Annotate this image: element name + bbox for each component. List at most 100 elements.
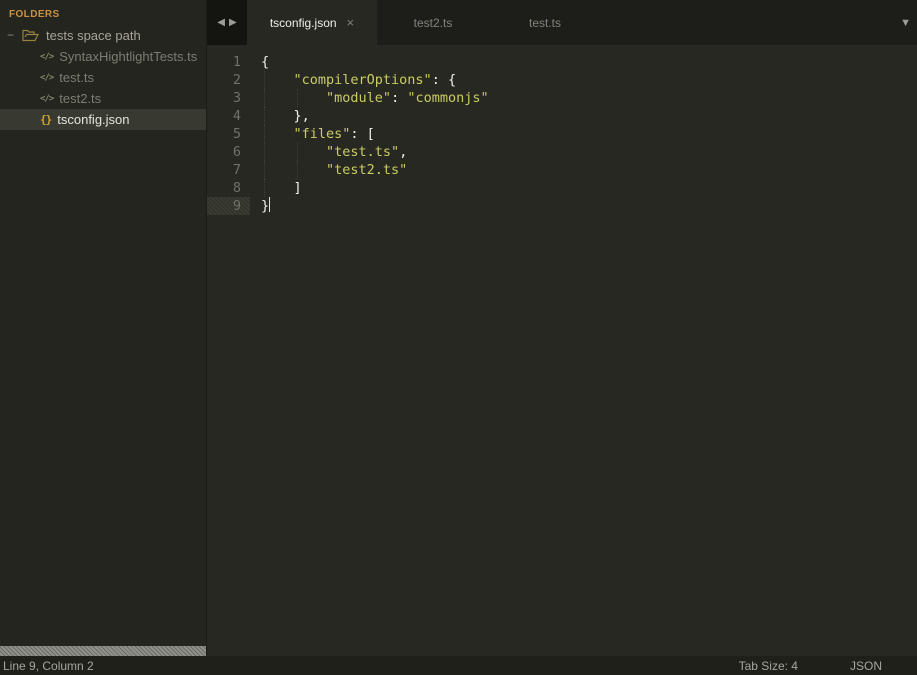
code-file-icon: </> [40, 94, 53, 104]
file-name: test.ts [59, 70, 94, 85]
line-number: 4 [207, 107, 250, 125]
text-cursor [269, 197, 270, 212]
tab-label: test.ts [529, 16, 561, 30]
tab-scroll-right-icon[interactable]: ▶ [229, 17, 237, 28]
code-line-8[interactable]: 8 ] [207, 179, 917, 197]
code-file-icon: </> [40, 73, 53, 83]
line-content: "module": "commonjs" [261, 89, 489, 107]
status-right-group: Tab Size: 4 JSON [739, 659, 917, 673]
line-number: 3 [207, 89, 250, 107]
code-segment: "test.ts" [326, 144, 399, 160]
code-segment: }, [294, 108, 310, 124]
code-segment [261, 162, 326, 178]
tab-overflow-dropdown-icon[interactable]: ▼ [900, 0, 911, 45]
tab-scroll-arrows: ◀ ▶ [207, 0, 247, 45]
line-content: "test2.ts" [261, 161, 407, 179]
sidebar-item-tsconfig-json[interactable]: {} tsconfig.json [0, 109, 206, 130]
line-number: 9 [207, 197, 250, 215]
tab-label: tsconfig.json [270, 16, 337, 30]
code-segment: : { [432, 72, 456, 88]
folders-heading: FOLDERS [0, 0, 206, 24]
indent-guide-icon [264, 143, 265, 161]
line-content: }, [261, 107, 310, 125]
line-content: "compilerOptions": { [261, 71, 456, 89]
tab-test-ts[interactable]: test.ts [489, 0, 601, 45]
close-tab-icon[interactable]: × [347, 16, 355, 29]
line-content: } [261, 197, 270, 215]
status-bar: Line 9, Column 2 Tab Size: 4 JSON [0, 656, 917, 675]
line-number: 8 [207, 179, 250, 197]
sidebar-horizontal-scrollbar[interactable] [0, 646, 206, 656]
code-segment: , [399, 144, 407, 160]
indent-guide-icon [264, 71, 265, 89]
line-content: ] [261, 179, 302, 197]
line-content: { [261, 53, 269, 71]
line-content: "files": [ [261, 125, 375, 143]
code-segment: } [261, 198, 269, 214]
code-file-icon: </> [40, 52, 53, 62]
code-segment: { [261, 54, 269, 70]
code-segment: "test2.ts" [326, 162, 407, 178]
file-name: SyntaxHightlightTests.ts [59, 49, 197, 64]
collapse-icon[interactable]: − [7, 28, 22, 42]
sidebar-folder-tests-space-path[interactable]: − tests space path [0, 24, 206, 46]
tab-tsconfig-json[interactable]: tsconfig.json × [247, 0, 377, 45]
code-segment: "module" [326, 90, 391, 106]
indent-guide-icon [264, 89, 265, 107]
cursor-position-status: Line 9, Column 2 [0, 659, 94, 673]
line-number: 1 [207, 53, 250, 71]
syntax-status[interactable]: JSON [850, 659, 882, 673]
tab-bar: ◀ ▶ tsconfig.json × test2.ts test.ts ▼ [207, 0, 917, 45]
editor-pane[interactable]: 1{2 "compilerOptions": {3 "module": "com… [207, 45, 917, 656]
sidebar: FOLDERS − tests space path </> SyntaxHigh… [0, 0, 207, 656]
line-number: 5 [207, 125, 250, 143]
code-line-2[interactable]: 2 "compilerOptions": { [207, 71, 917, 89]
tab-label: test2.ts [414, 16, 453, 30]
line-number: 6 [207, 143, 250, 161]
indent-guide-icon [264, 161, 265, 179]
tab-size-status[interactable]: Tab Size: 4 [739, 659, 798, 673]
code-segment: "compilerOptions" [294, 72, 432, 88]
folder-name: tests space path [46, 28, 141, 43]
sidebar-file-list: </>SyntaxHightlightTests.ts</>test.ts</>… [0, 46, 206, 130]
line-number: 7 [207, 161, 250, 179]
code-segment [261, 108, 294, 124]
file-name: tsconfig.json [57, 112, 129, 127]
code-line-6[interactable]: 6 "test.ts", [207, 143, 917, 161]
tab-list: tsconfig.json × test2.ts test.ts [247, 0, 601, 45]
open-folder-icon [22, 29, 39, 42]
indent-guide-icon [297, 161, 298, 179]
code-line-1[interactable]: 1{ [207, 53, 917, 71]
line-number: 2 [207, 71, 250, 89]
code-segment: "files" [294, 126, 351, 142]
code-line-7[interactable]: 7 "test2.ts" [207, 161, 917, 179]
indent-guide-icon [264, 179, 265, 197]
code-segment [261, 126, 294, 142]
indent-guide-icon [264, 125, 265, 143]
code-segment: "commonjs" [407, 90, 488, 106]
code-segment: : [391, 90, 407, 106]
tab-test2-ts[interactable]: test2.ts [377, 0, 489, 45]
code-line-9[interactable]: 9} [207, 197, 917, 215]
indent-guide-icon [297, 89, 298, 107]
sidebar-item-test-ts[interactable]: </> test.ts [0, 67, 206, 88]
indent-guide-icon [264, 107, 265, 125]
code-segment [261, 144, 326, 160]
code-segment [261, 180, 294, 196]
code-segment [261, 90, 326, 106]
file-name: test2.ts [59, 91, 101, 106]
braces-file-icon: {} [40, 113, 51, 126]
tab-scroll-left-icon[interactable]: ◀ [217, 17, 225, 28]
indent-guide-icon [297, 143, 298, 161]
code-segment: : [ [350, 126, 374, 142]
sublime-text-window: FOLDERS − tests space path </> SyntaxHigh… [0, 0, 917, 675]
code-line-3[interactable]: 3 "module": "commonjs" [207, 89, 917, 107]
code-segment [261, 72, 294, 88]
line-content: "test.ts", [261, 143, 407, 161]
sidebar-item-syntaxhightlighttests-ts[interactable]: </> SyntaxHightlightTests.ts [0, 46, 206, 67]
code-line-5[interactable]: 5 "files": [ [207, 125, 917, 143]
code-segment: ] [294, 180, 302, 196]
code-lines: 1{2 "compilerOptions": {3 "module": "com… [207, 53, 917, 215]
sidebar-item-test2-ts[interactable]: </> test2.ts [0, 88, 206, 109]
code-line-4[interactable]: 4 }, [207, 107, 917, 125]
